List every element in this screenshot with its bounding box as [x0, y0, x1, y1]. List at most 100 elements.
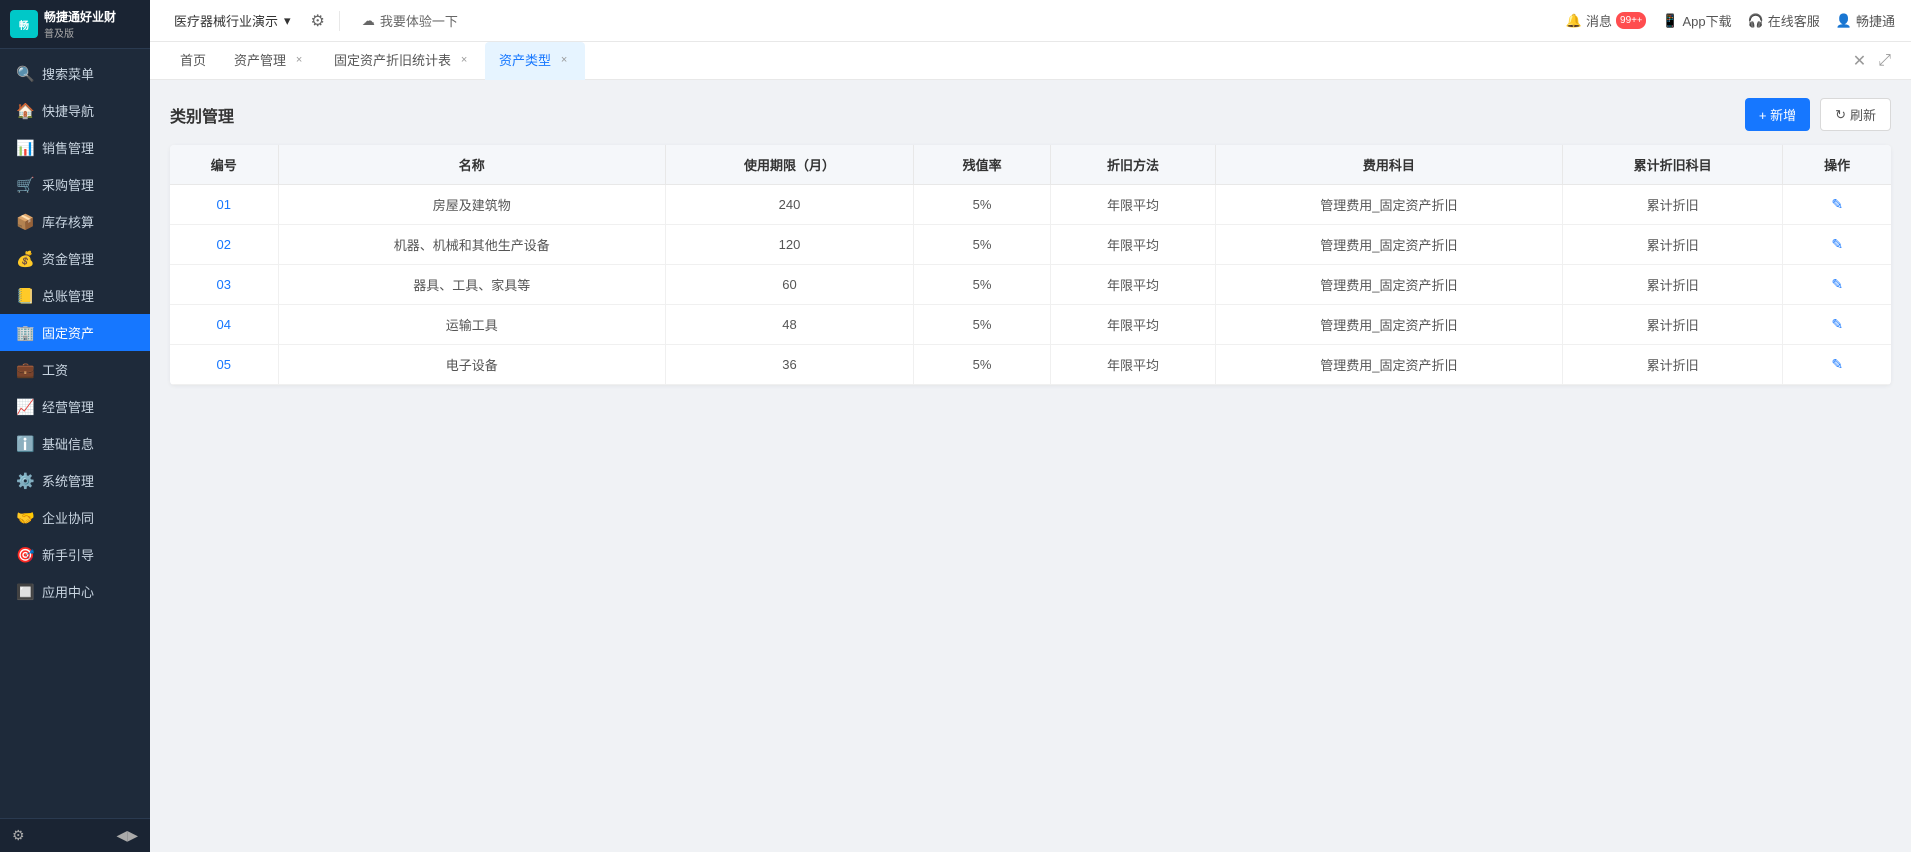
- edit-cell[interactable]: ✎: [1783, 265, 1891, 305]
- tab-close-icon[interactable]: ×: [557, 53, 571, 67]
- cell-5: 管理费用_固定资产折旧: [1215, 305, 1562, 345]
- nav-icon: 🔲: [16, 583, 34, 601]
- experience-label: 我要体验一下: [380, 11, 458, 30]
- chevron-down-icon: ▾: [284, 13, 291, 29]
- cell-3: 5%: [914, 265, 1051, 305]
- nav-icon: 🎯: [16, 546, 34, 564]
- cell-3: 5%: [914, 185, 1051, 225]
- sidebar-item-搜索菜单[interactable]: 🔍搜索菜单: [0, 55, 150, 92]
- cell-2: 48: [665, 305, 913, 345]
- sidebar-item-资金管理[interactable]: 💰资金管理: [0, 240, 150, 277]
- col-费用科目: 费用科目: [1215, 145, 1562, 185]
- app-name: 畅捷通好业财: [44, 8, 116, 25]
- sidebar-item-基础信息[interactable]: ℹ️基础信息: [0, 425, 150, 462]
- table-row: 03器具、工具、家具等605%年限平均管理费用_固定资产折旧累计折旧✎: [170, 265, 1891, 305]
- user-label: 畅捷通: [1856, 11, 1895, 30]
- nav-icon: 🛒: [16, 176, 34, 194]
- experience-button[interactable]: ☁ 我要体验一下: [354, 7, 466, 34]
- cell-2: 240: [665, 185, 913, 225]
- edit-cell[interactable]: ✎: [1783, 225, 1891, 265]
- cell-3: 5%: [914, 225, 1051, 265]
- sidebar-item-总账管理[interactable]: 📒总账管理: [0, 277, 150, 314]
- sidebar-item-企业协同[interactable]: 🤝企业协同: [0, 499, 150, 536]
- sidebar-item-label: 搜索菜单: [42, 64, 94, 83]
- nav-icon: ⚙️: [16, 472, 34, 490]
- edit-icon[interactable]: ✎: [1831, 276, 1843, 292]
- app-edition: 普及版: [44, 25, 116, 40]
- sidebar-item-经营管理[interactable]: 📈经营管理: [0, 388, 150, 425]
- sidebar-footer: ⚙ ◀▶: [0, 818, 150, 852]
- app-download-label: App下载: [1682, 11, 1731, 30]
- cell-4: 年限平均: [1051, 305, 1216, 345]
- sidebar-item-应用中心[interactable]: 🔲应用中心: [0, 573, 150, 610]
- settings-icon[interactable]: ⚙: [311, 11, 325, 31]
- customer-service-button[interactable]: 🎧 在线客服: [1748, 11, 1820, 30]
- settings-icon[interactable]: ⚙: [12, 827, 25, 844]
- cell-2: 120: [665, 225, 913, 265]
- cell-1: 电子设备: [278, 345, 665, 385]
- nav-icon: ℹ️: [16, 435, 34, 453]
- tab-资产管理[interactable]: 资产管理×: [220, 42, 320, 80]
- cell-4: 年限平均: [1051, 345, 1216, 385]
- sidebar-item-销售管理[interactable]: 📊销售管理: [0, 129, 150, 166]
- refresh-icon: ↻: [1835, 107, 1846, 123]
- tab-资产类型[interactable]: 资产类型 ×: [485, 42, 585, 80]
- tab-label: 资产类型: [499, 50, 551, 69]
- sidebar-item-label: 快捷导航: [42, 101, 94, 120]
- sidebar-item-系统管理[interactable]: ⚙️系统管理: [0, 462, 150, 499]
- sidebar-item-固定资产[interactable]: 🏢固定资产: [0, 314, 150, 351]
- cell-0: 05: [170, 345, 278, 385]
- asset-types-table: 编号名称使用期限（月）残值率折旧方法费用科目累计折旧科目操作 01房屋及建筑物2…: [170, 145, 1891, 385]
- tab-首页[interactable]: 首页: [166, 42, 220, 80]
- sidebar-item-label: 销售管理: [42, 138, 94, 157]
- sidebar-item-库存核算[interactable]: 📦 库存核算: [0, 203, 150, 240]
- sidebar-nav: 🔍搜索菜单 🏠 快捷导航 📊销售管理 🛒 采购管理 📦 库存核算 💰资金管理📒总账管理🏢固定资产…: [0, 49, 150, 818]
- notifications-badge: 99++: [1616, 12, 1646, 29]
- cell-4: 年限平均: [1051, 185, 1216, 225]
- sidebar-item-label: 采购管理: [42, 175, 94, 194]
- main-area: 医疗器械行业演示 ▾ ⚙ ☁ 我要体验一下 🔔 消息 99++ 📱 App下载 …: [150, 0, 1911, 852]
- edit-icon[interactable]: ✎: [1831, 356, 1843, 372]
- edit-cell[interactable]: ✎: [1783, 345, 1891, 385]
- cell-1: 房屋及建筑物: [278, 185, 665, 225]
- edit-cell[interactable]: ✎: [1783, 185, 1891, 225]
- cell-5: 管理费用_固定资产折旧: [1215, 185, 1562, 225]
- industry-selector[interactable]: 医疗器械行业演示 ▾: [166, 7, 299, 34]
- tab-close-icon[interactable]: ×: [292, 53, 306, 67]
- cell-1: 器具、工具、家具等: [278, 265, 665, 305]
- cell-2: 36: [665, 345, 913, 385]
- new-button[interactable]: + 新增: [1745, 98, 1810, 131]
- tab-close-icon[interactable]: ×: [457, 53, 471, 67]
- nav-icon: 🏠: [16, 102, 34, 120]
- col-操作: 操作: [1783, 145, 1891, 185]
- refresh-button[interactable]: ↻ 刷新: [1820, 98, 1891, 131]
- cell-0: 02: [170, 225, 278, 265]
- sidebar-item-label: 库存核算: [42, 212, 94, 231]
- col-累计折旧科目: 累计折旧科目: [1562, 145, 1782, 185]
- edit-icon[interactable]: ✎: [1831, 316, 1843, 332]
- sidebar-item-工资[interactable]: 💼工资: [0, 351, 150, 388]
- edit-icon[interactable]: ✎: [1831, 196, 1843, 212]
- cell-0: 04: [170, 305, 278, 345]
- collapse-icon[interactable]: ◀▶: [116, 827, 138, 844]
- nav-icon: 📦: [16, 213, 34, 231]
- sidebar-item-快捷导航[interactable]: 🏠 快捷导航: [0, 92, 150, 129]
- cell-5: 管理费用_固定资产折旧: [1215, 345, 1562, 385]
- bell-icon: 🔔: [1566, 13, 1582, 29]
- notifications-button[interactable]: 🔔 消息 99++: [1566, 11, 1646, 30]
- tab-固定资产折旧统计表[interactable]: 固定资产折旧统计表×: [320, 42, 485, 80]
- cell-0: 03: [170, 265, 278, 305]
- edit-cell[interactable]: ✎: [1783, 305, 1891, 345]
- edit-icon[interactable]: ✎: [1831, 236, 1843, 252]
- sidebar-item-采购管理[interactable]: 🛒 采购管理: [0, 166, 150, 203]
- cell-6: 累计折旧: [1562, 345, 1782, 385]
- tabs-bar: 首页资产管理×固定资产折旧统计表× 资产类型 × ✕ ⤢: [150, 42, 1911, 80]
- maximize-icon[interactable]: ⤢: [1874, 48, 1895, 74]
- app-download-button[interactable]: 📱 App下载: [1662, 11, 1731, 30]
- sidebar-item-label: 固定资产: [42, 323, 94, 342]
- customer-service-label: 在线客服: [1768, 11, 1820, 30]
- close-window-icon[interactable]: ✕: [1849, 47, 1870, 75]
- sidebar-item-新手引导[interactable]: 🎯新手引导: [0, 536, 150, 573]
- mobile-icon: 📱: [1662, 13, 1678, 29]
- user-avatar-button[interactable]: 👤 畅捷通: [1836, 11, 1895, 30]
